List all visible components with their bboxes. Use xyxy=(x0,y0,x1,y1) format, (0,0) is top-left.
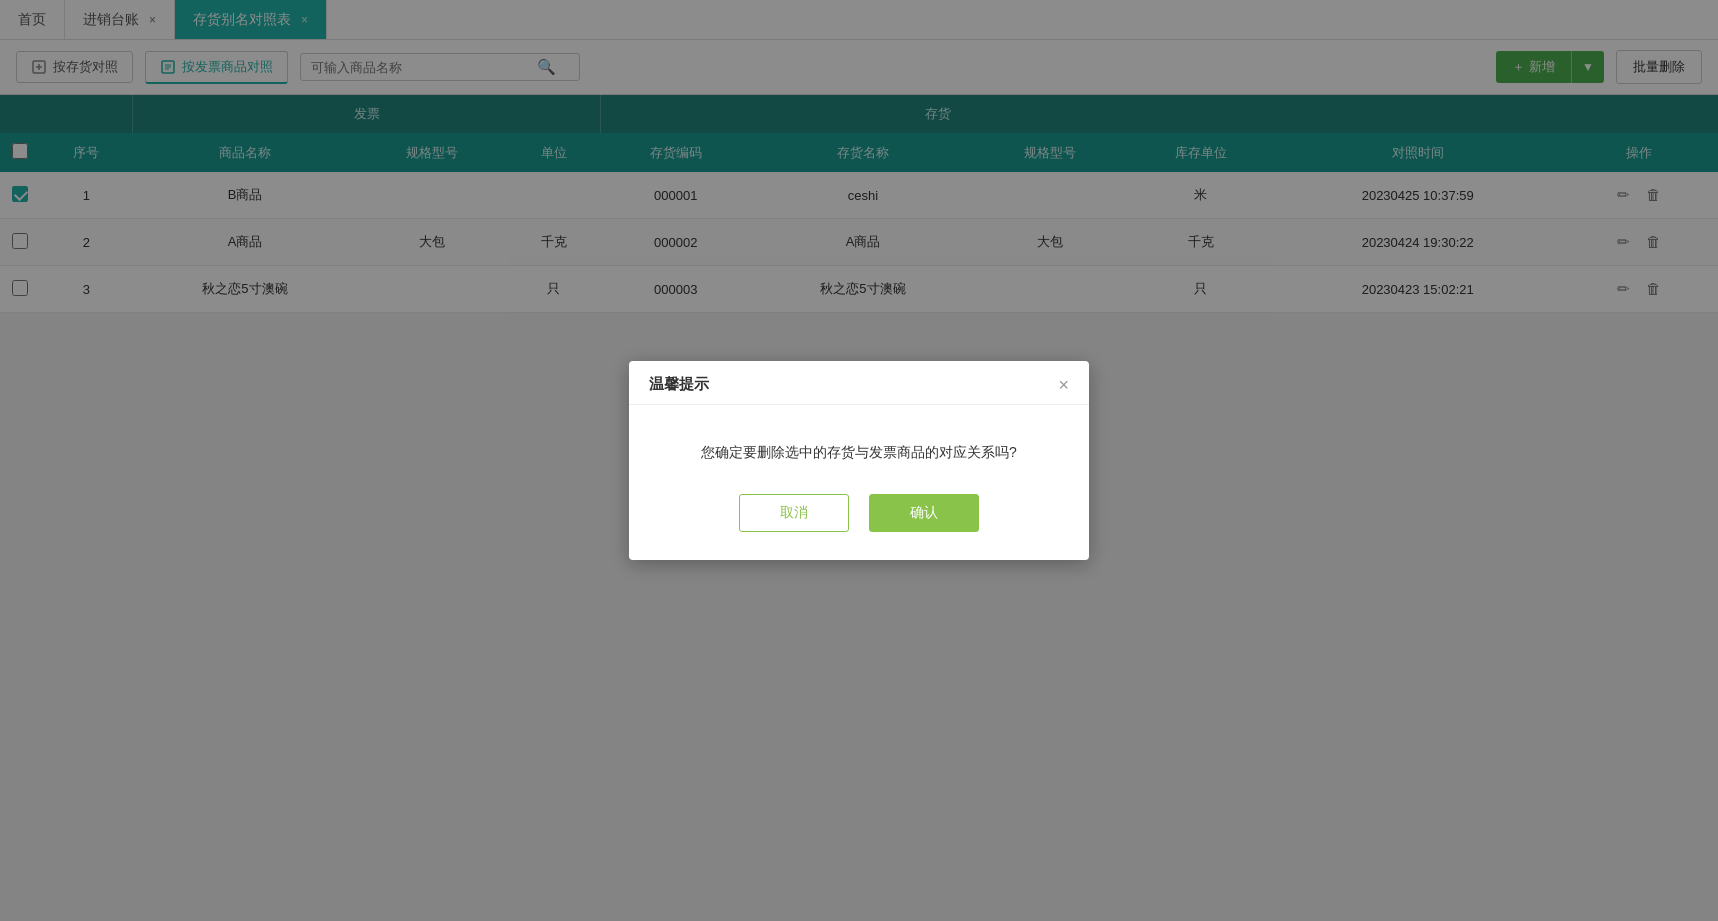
confirm-overlay: 温馨提示 × 您确定要删除选中的存货与发票商品的对应关系吗? 取消 确认 xyxy=(0,0,1718,313)
